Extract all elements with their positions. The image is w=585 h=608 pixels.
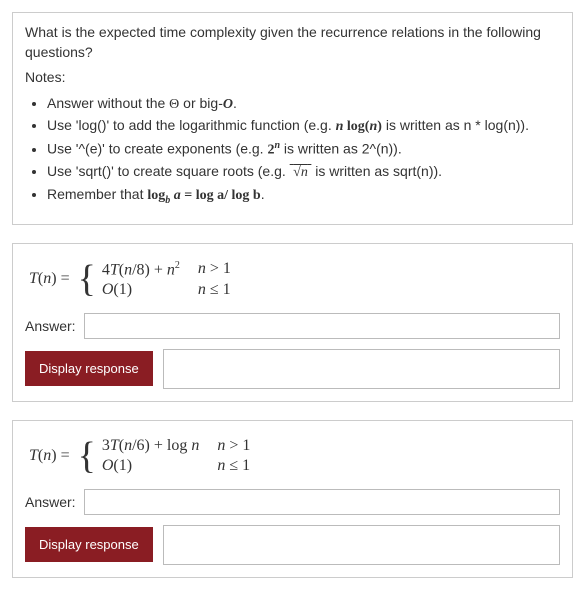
math: ) = bbox=[51, 270, 69, 287]
answer-row-2: Answer: bbox=[25, 489, 560, 515]
math: T bbox=[29, 447, 38, 464]
response-box-2 bbox=[163, 525, 560, 565]
theta-symbol: Θ bbox=[169, 97, 179, 112]
case1-cond: n > 1 bbox=[217, 437, 250, 455]
response-box-1 bbox=[163, 349, 560, 389]
math: log bbox=[147, 188, 165, 203]
question-prompt: What is the expected time complexity giv… bbox=[25, 23, 560, 62]
case2-expr: O(1) bbox=[102, 281, 180, 299]
notes-label: Notes: bbox=[25, 68, 560, 88]
answer-row-1: Answer: bbox=[25, 313, 560, 339]
text: . bbox=[233, 95, 237, 111]
case1-expr: 3T(n/6) + log n bbox=[102, 437, 199, 455]
note-item-2: Use 'log()' to add the logarithmic funct… bbox=[47, 116, 560, 137]
text: is written as 2^(n)). bbox=[280, 141, 402, 157]
answer-label: Answer: bbox=[25, 318, 76, 334]
recurrence-equation-2: T(n) = { 3T(n/6) + log n n > 1 O(1) n ≤ … bbox=[29, 437, 560, 475]
display-response-button-2[interactable]: Display response bbox=[25, 527, 153, 562]
recurrence-equation-1: T(n) = { 4T(n/8) + n2 n > 1 O(1) n ≤ 1 bbox=[29, 260, 560, 299]
display-response-button-1[interactable]: Display response bbox=[25, 351, 153, 386]
answer-input-2[interactable] bbox=[84, 489, 560, 515]
text: Use 'sqrt()' to create square roots (e.g… bbox=[47, 163, 290, 179]
question-block-2: T(n) = { 3T(n/6) + log n n > 1 O(1) n ≤ … bbox=[12, 420, 573, 578]
instructions-panel: What is the expected time complexity giv… bbox=[12, 12, 573, 225]
note-item-1: Answer without the Θ or big-O. bbox=[47, 94, 560, 115]
math: a bbox=[170, 188, 181, 203]
text: Remember that bbox=[47, 186, 147, 202]
text: Use 'log()' to add the logarithmic funct… bbox=[47, 117, 336, 133]
text: is written as n * log(n)). bbox=[382, 117, 529, 133]
text: Answer without the bbox=[47, 95, 169, 111]
note-item-5: Remember that logb a = log a/ log b. bbox=[47, 185, 560, 208]
notes-list: Answer without the Θ or big-O. Use 'log(… bbox=[25, 94, 560, 208]
case2-cond: n ≤ 1 bbox=[217, 457, 250, 475]
math: log a/ log b bbox=[196, 188, 261, 203]
case2-cond: n ≤ 1 bbox=[198, 281, 231, 299]
text: . bbox=[261, 186, 265, 202]
big-o-symbol: O bbox=[223, 97, 233, 112]
case1-expr: 4T(n/8) + n2 bbox=[102, 260, 180, 279]
text: is written as sqrt(n)). bbox=[311, 163, 442, 179]
text: Use '^(e)' to create exponents (e.g. bbox=[47, 141, 267, 157]
answer-input-1[interactable] bbox=[84, 313, 560, 339]
answer-label: Answer: bbox=[25, 494, 76, 510]
case1-cond: n > 1 bbox=[198, 260, 231, 279]
math: T bbox=[29, 270, 38, 287]
brace-icon: { bbox=[78, 263, 96, 295]
brace-icon: { bbox=[78, 440, 96, 472]
math: √n bbox=[290, 165, 312, 180]
note-item-3: Use '^(e)' to create exponents (e.g. 2n … bbox=[47, 139, 560, 160]
math: = bbox=[181, 188, 196, 203]
case2-expr: O(1) bbox=[102, 457, 199, 475]
math: ) = bbox=[51, 447, 69, 464]
math: log( bbox=[343, 119, 369, 134]
question-block-1: T(n) = { 4T(n/8) + n2 n > 1 O(1) n ≤ 1 A… bbox=[12, 243, 573, 402]
note-item-4: Use 'sqrt()' to create square roots (e.g… bbox=[47, 162, 560, 183]
text: or big- bbox=[179, 95, 223, 111]
